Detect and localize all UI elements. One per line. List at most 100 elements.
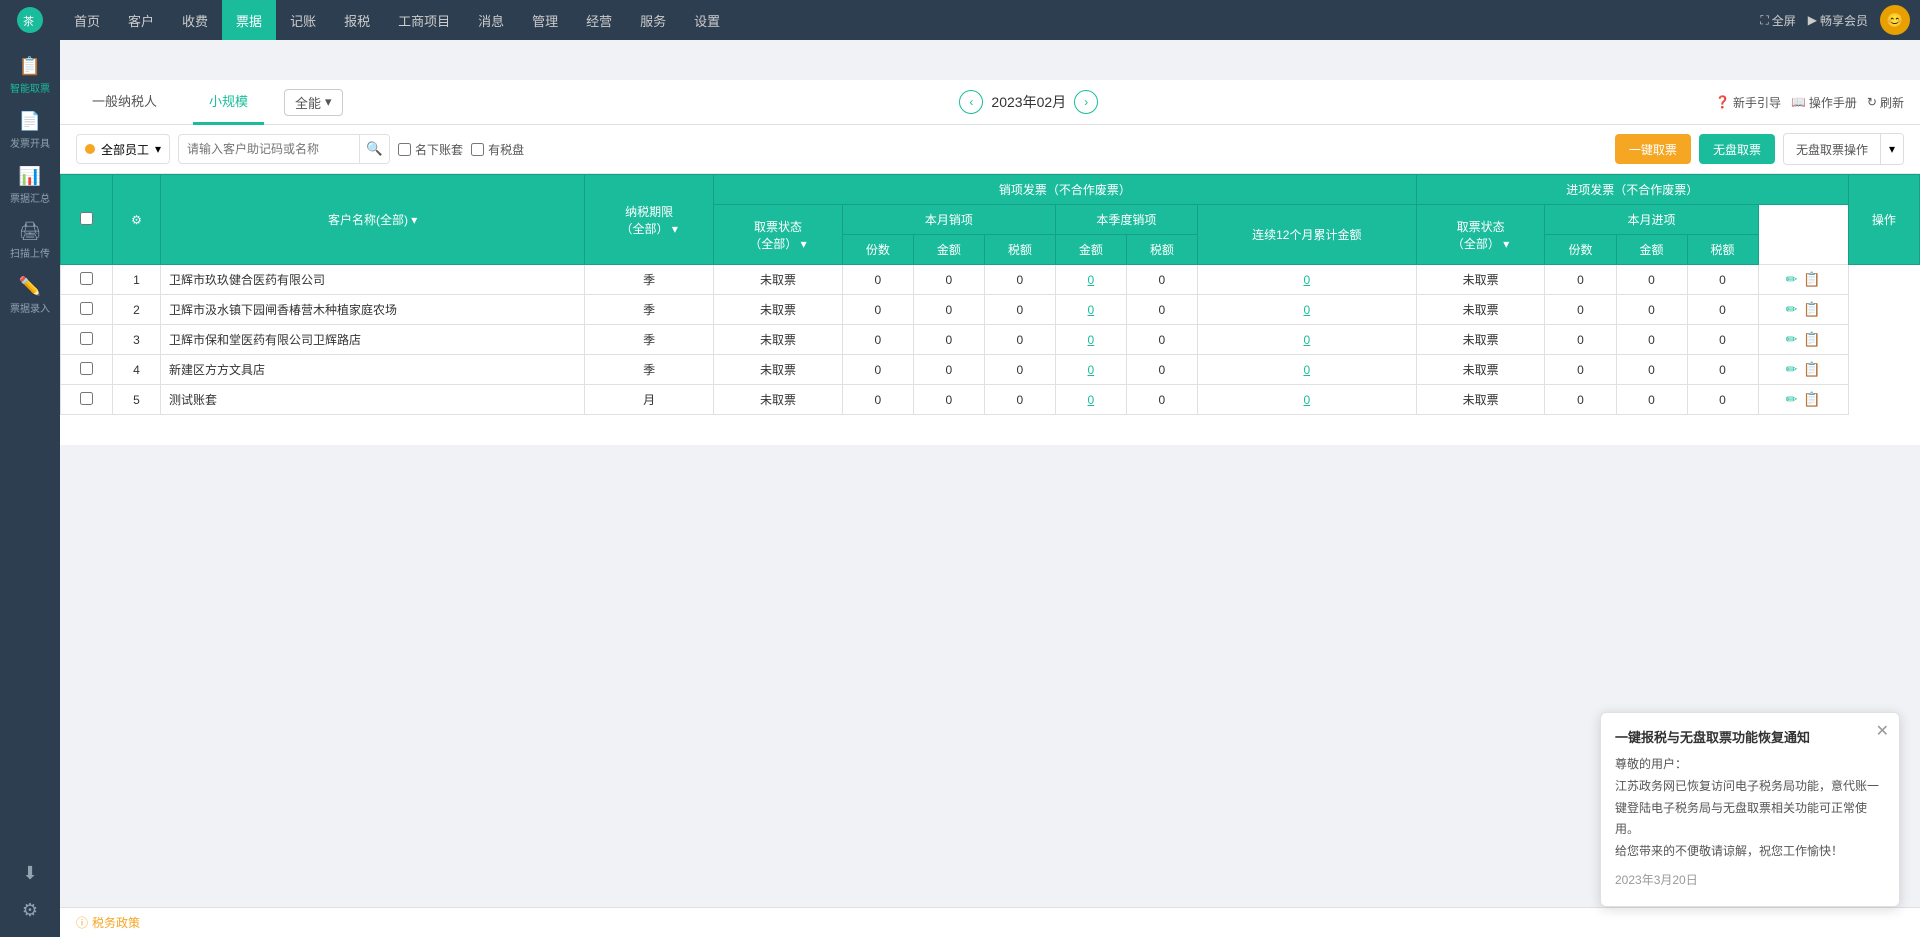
sidebar-item-scan[interactable]: 🖨 扫描上传 [0, 213, 60, 268]
row-ms-tax-2: 0 [984, 325, 1055, 355]
row-ms-count-4: 0 [842, 385, 913, 415]
one-key-fetch-btn[interactable]: 一键取票 [1615, 134, 1691, 164]
row-ms-count-2: 0 [842, 325, 913, 355]
employee-select[interactable]: 全部员工 ▾ [76, 134, 170, 164]
member-btn[interactable]: ▶ 畅享会员 [1808, 12, 1868, 29]
nav-tax[interactable]: 报税 [330, 0, 384, 40]
row-select-4[interactable] [80, 392, 93, 405]
th-settings: ⚙ [112, 175, 160, 265]
row-checkbox-0 [61, 265, 113, 295]
search-input[interactable] [179, 142, 359, 156]
nav-fees[interactable]: 收费 [168, 0, 222, 40]
no-disk-ops-label: 无盘取票操作 [1784, 134, 1880, 164]
edit-icon-4[interactable]: ✏ [1786, 391, 1798, 408]
select-all-checkbox[interactable] [80, 212, 93, 225]
detail-icon-2[interactable]: 📋 [1803, 331, 1820, 348]
row-actions-3: ✏ 📋 [1758, 355, 1848, 385]
detail-icon-1[interactable]: 📋 [1803, 301, 1820, 318]
row-mp-amount-2: 0 [1616, 325, 1687, 355]
nav-accounting[interactable]: 记账 [276, 0, 330, 40]
notification-apology: 给您带来的不便敬请谅解，祝您工作愉快！ [1615, 841, 1885, 863]
nav-settings[interactable]: 设置 [680, 0, 734, 40]
sidebar-item-entry[interactable]: ✏️ 票据录入 [0, 268, 60, 323]
row-fetch2-3: 未取票 [1416, 355, 1545, 385]
notification-close-btn[interactable]: ✕ [1876, 721, 1889, 741]
row-cumulative-0: 0 [1197, 265, 1416, 295]
th-customer-name: 客户名称(全部) ▾ [161, 175, 585, 265]
sidebar-item-summary[interactable]: 📊 票据汇总 [0, 158, 60, 213]
row-select-2[interactable] [80, 332, 93, 345]
row-select-0[interactable] [80, 272, 93, 285]
row-select-1[interactable] [80, 302, 93, 315]
row-qs-tax-1: 0 [1126, 295, 1197, 325]
tab-all-label: 全能 [295, 93, 321, 112]
nav-business[interactable]: 工商项目 [384, 0, 464, 40]
row-name-1: 卫辉市汲水镇下园闸香椿营木种植家庭农场 [161, 295, 585, 325]
search-button[interactable]: 🔍 [359, 134, 389, 164]
row-qs-tax-4: 0 [1126, 385, 1197, 415]
row-qs-amount-3: 0 [1055, 355, 1126, 385]
manual-btn[interactable]: 📖 操作手册 [1791, 94, 1857, 111]
row-select-3[interactable] [80, 362, 93, 375]
detail-icon-3[interactable]: 📋 [1803, 361, 1820, 378]
named-account-check[interactable]: 名下账套 [398, 141, 463, 158]
row-mp-tax-1: 0 [1687, 295, 1758, 325]
row-mp-count-4: 0 [1545, 385, 1616, 415]
row-qs-amount-1: 0 [1055, 295, 1126, 325]
row-actions-0: ✏ 📋 [1758, 265, 1848, 295]
tax-disk-check[interactable]: 有税盘 [471, 141, 524, 158]
tab-all[interactable]: 全能 ▾ [284, 89, 343, 116]
user-avatar[interactable]: 😊 [1880, 5, 1910, 35]
row-ms-amount-2: 0 [913, 325, 984, 355]
row-qs-amount-4: 0 [1055, 385, 1126, 415]
main-table: ⚙ 客户名称(全部) ▾ 纳税期限（全部） ▾ 销项发票（不合作废票） 进项发票… [60, 174, 1920, 415]
nav-operations[interactable]: 经营 [572, 0, 626, 40]
nav-invoice[interactable]: 票据 [222, 0, 276, 40]
sidebar-label-fetch: 智能取票 [10, 80, 50, 95]
row-period-3: 季 [585, 355, 714, 385]
no-disk-fetch-btn[interactable]: 无盘取票 [1699, 134, 1775, 164]
detail-icon-4[interactable]: 📋 [1803, 391, 1820, 408]
issue-icon: 📄 [19, 111, 41, 132]
sidebar-download[interactable]: ⬇ [22, 855, 38, 892]
sidebar-item-issue[interactable]: 📄 发票开具 [0, 103, 60, 158]
row-qs-tax-2: 0 [1126, 325, 1197, 355]
no-disk-ops-arrow[interactable]: ▾ [1880, 134, 1903, 164]
sub-header: 一般纳税人 小规模 全能 ▾ ‹ 2023年02月 › ❓ 新手引导 📖 操作手… [60, 80, 1920, 125]
sidebar-config[interactable]: ⚙ [22, 892, 38, 929]
detail-icon-0[interactable]: 📋 [1803, 271, 1820, 288]
row-ms-count-0: 0 [842, 265, 913, 295]
prev-period-btn[interactable]: ‹ [959, 90, 983, 114]
row-cumulative-1: 0 [1197, 295, 1416, 325]
logo: 茶 [10, 0, 50, 40]
tab-small-scale[interactable]: 小规模 [193, 80, 264, 125]
row-ms-tax-1: 0 [984, 295, 1055, 325]
edit-icon-3[interactable]: ✏ [1786, 361, 1798, 378]
edit-icon-0[interactable]: ✏ [1786, 271, 1798, 288]
sidebar-item-fetch[interactable]: 📋 智能取票 [0, 48, 60, 103]
fullscreen-btn[interactable]: ⛶ 全屏 [1760, 12, 1795, 29]
new-guide-btn[interactable]: ❓ 新手引导 [1715, 94, 1781, 111]
th-purchase-status: 取票状态（全部） ▾ [1416, 205, 1545, 265]
nav-manage[interactable]: 管理 [518, 0, 572, 40]
table-row: 4 新建区方方文具店 季 未取票 0 0 0 0 0 0 未取票 0 0 0 ✏… [61, 355, 1920, 385]
next-period-btn[interactable]: › [1074, 90, 1098, 114]
nav-home[interactable]: 首页 [60, 0, 114, 40]
sidebar-label-summary: 票据汇总 [10, 190, 50, 205]
summary-icon: 📊 [19, 166, 41, 187]
row-fetch2-4: 未取票 [1416, 385, 1545, 415]
edit-icon-2[interactable]: ✏ [1786, 331, 1798, 348]
nav-customer[interactable]: 客户 [114, 0, 168, 40]
sidebar-bottom: ⬇ ⚙ [22, 855, 38, 929]
tab-general-taxpayer[interactable]: 一般纳税人 [76, 80, 173, 125]
edit-icon-1[interactable]: ✏ [1786, 301, 1798, 318]
nav-service[interactable]: 服务 [626, 0, 680, 40]
row-fetch2-0: 未取票 [1416, 265, 1545, 295]
tax-disk-checkbox[interactable] [471, 143, 484, 156]
named-account-checkbox[interactable] [398, 143, 411, 156]
sidebar-label-scan: 扫描上传 [10, 245, 50, 260]
tax-policy-link[interactable]: ⓘ 税务政策 [76, 914, 1904, 931]
nav-message[interactable]: 消息 [464, 0, 518, 40]
bottom-bar[interactable]: ⓘ 税务政策 [60, 907, 1920, 937]
refresh-btn[interactable]: ↻ 刷新 [1867, 94, 1904, 111]
